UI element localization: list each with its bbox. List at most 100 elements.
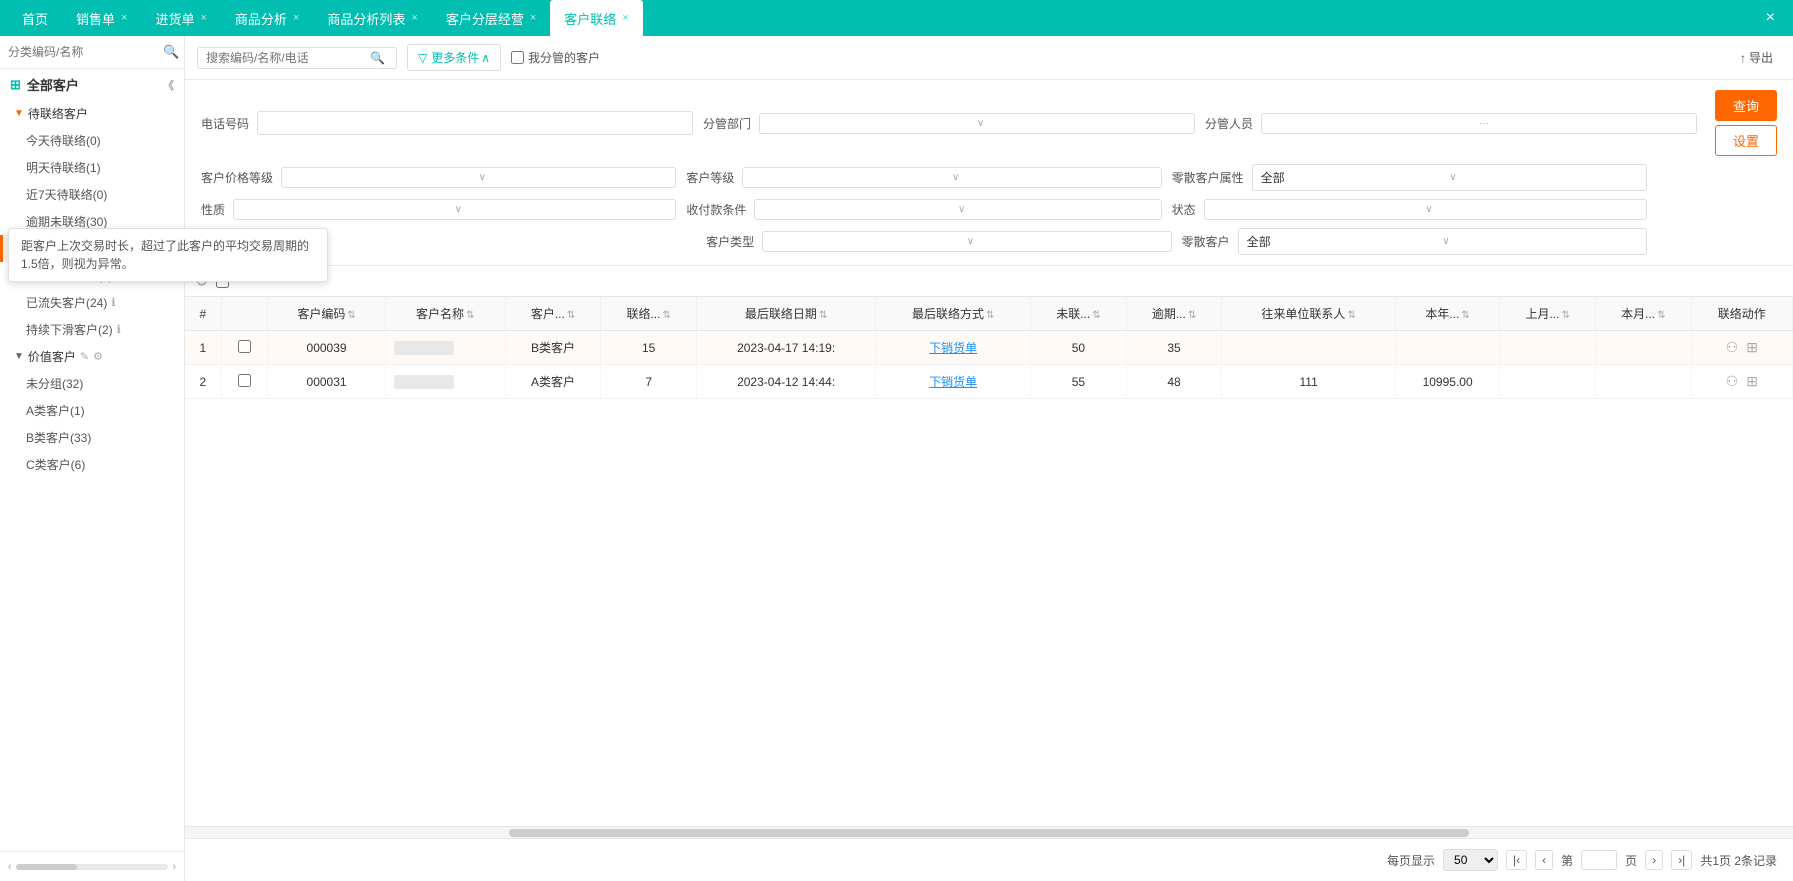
next-page-button[interactable]: › — [1645, 850, 1663, 870]
row1-link-icon[interactable]: ⚇ — [1726, 339, 1739, 356]
sidebar: 🔍 ⊞ 全部客户 《 ▼ 待联络客户 今天待联络(0) 明天待联络(1) 近7天… — [0, 36, 185, 881]
more-filters-button[interactable]: ▽ 更多条件 ∧ — [407, 44, 501, 71]
settings-icon-small[interactable]: ⚙ — [93, 350, 103, 363]
search-icon[interactable]: 🔍 — [370, 51, 385, 65]
nav-product-list-close[interactable]: × — [411, 12, 417, 24]
row2-unread: 55 — [1031, 365, 1127, 399]
payment-select[interactable]: ∨ — [754, 199, 1161, 220]
first-page-button[interactable]: |‹ — [1506, 850, 1527, 870]
row1-grid-icon[interactable]: ⊞ — [1746, 339, 1758, 356]
phone-input[interactable] — [257, 111, 693, 135]
row2-unit-contact: 111 — [1222, 365, 1396, 399]
price-level-select[interactable]: ∨ — [281, 167, 676, 188]
my-customers-checkbox[interactable] — [511, 51, 524, 64]
row2-link-icon[interactable]: ⚇ — [1726, 373, 1739, 390]
row1-index: 1 — [185, 331, 221, 365]
retail-attr-select[interactable]: 全部 ∨ — [1252, 164, 1647, 191]
horizontal-scrollbar[interactable] — [185, 826, 1793, 838]
col-overdue[interactable]: 逾期...⇅ — [1126, 297, 1222, 331]
sidebar-item-class-c[interactable]: C类客户(6) — [0, 451, 184, 478]
row2-last-date: 2023-04-12 14:44: — [697, 365, 876, 399]
row2-overdue: 48 — [1126, 365, 1222, 399]
filter-price-level: 客户价格等级 ∨ — [201, 167, 676, 188]
col-last-month[interactable]: 上月...⇅ — [1500, 297, 1596, 331]
col-last-contact-date[interactable]: 最后联络日期⇅ — [697, 297, 876, 331]
col-customer-name[interactable]: 客户名称⇅ — [385, 297, 505, 331]
row2-checkbox[interactable] — [238, 374, 251, 387]
sidebar-scrollbar[interactable] — [16, 864, 77, 870]
col-last-contact-method[interactable]: 最后联络方式⇅ — [876, 297, 1031, 331]
sidebar-item-7days[interactable]: 近7天待联络(0) — [0, 181, 184, 208]
customer-level-select[interactable]: ∨ — [742, 167, 1161, 188]
sidebar-item-ungrouped[interactable]: 未分组(32) — [0, 370, 184, 397]
per-page-label: 每页显示 — [1387, 852, 1435, 869]
nav-product-list[interactable]: 商品分析列表 × — [313, 0, 431, 36]
col-customer-type[interactable]: 客户...⇅ — [505, 297, 601, 331]
export-button[interactable]: ↑ 导出 — [1732, 45, 1781, 70]
nav-customer-contact[interactable]: 客户联络 × — [550, 0, 642, 36]
scroll-thumb[interactable] — [509, 829, 1469, 837]
status-select[interactable]: ∨ — [1204, 199, 1647, 220]
sidebar-scroll-left[interactable]: ‹ — [8, 861, 12, 873]
table-settings-row: ⚙ — [185, 266, 1793, 297]
filter-row-3: 性质 ∨ 收付款条件 ∨ 状态 — [201, 199, 1777, 220]
sidebar-group-pending[interactable]: ▼ 待联络客户 — [0, 100, 184, 127]
filter-retail-customer: 零散客户 全部 ∨ — [1182, 228, 1647, 255]
row2-code: 000031 — [268, 365, 385, 399]
col-this-year[interactable]: 本年...⇅ — [1395, 297, 1499, 331]
row2-grid-icon[interactable]: ⊞ — [1746, 373, 1758, 390]
nav-purchase[interactable]: 进货单 × — [141, 0, 220, 36]
row2-last-method[interactable]: 下销货单 — [876, 365, 1031, 399]
nav-sales-close[interactable]: × — [121, 12, 127, 24]
sidebar-scroll-right[interactable]: › — [172, 861, 176, 873]
nav-purchase-close[interactable]: × — [200, 12, 206, 24]
row1-last-method[interactable]: 下销货单 — [876, 331, 1031, 365]
retail-customer-select[interactable]: 全部 ∨ — [1238, 228, 1647, 255]
manager-select[interactable]: ··· — [1261, 113, 1697, 134]
col-unit-contact[interactable]: 往来单位联系人⇅ — [1222, 297, 1396, 331]
nav-product-analysis[interactable]: 商品分析 × — [221, 0, 313, 36]
sidebar-item-class-a[interactable]: A类客户(1) — [0, 397, 184, 424]
sidebar-item-tomorrow[interactable]: 明天待联络(1) — [0, 154, 184, 181]
query-button[interactable]: 查询 — [1715, 90, 1777, 121]
nav-sales[interactable]: 销售单 × — [62, 0, 141, 36]
sidebar-search-icon[interactable]: 🔍 — [163, 44, 179, 60]
edit-icon[interactable]: ✎ — [80, 350, 89, 363]
sidebar-item-today[interactable]: 今天待联络(0) — [0, 127, 184, 154]
my-customers-checkbox-label[interactable]: 我分管的客户 — [511, 49, 600, 66]
department-select[interactable]: ∨ — [759, 113, 1195, 134]
search-input[interactable] — [206, 51, 366, 65]
toolbar: 🔍 ▽ 更多条件 ∧ 我分管的客户 ↑ 导出 — [185, 36, 1793, 80]
customer-type-select[interactable]: ∨ — [762, 231, 1171, 252]
sidebar-search-input[interactable] — [8, 45, 163, 59]
row1-checkbox[interactable] — [238, 340, 251, 353]
col-customer-code[interactable]: 客户编码⇅ — [268, 297, 385, 331]
sidebar-item-class-b[interactable]: B类客户(33) — [0, 424, 184, 451]
col-this-month[interactable]: 本月...⇅ — [1595, 297, 1691, 331]
close-all-tabs[interactable]: × — [1756, 9, 1785, 27]
col-contact[interactable]: 联络...⇅ — [601, 297, 697, 331]
per-page-select[interactable]: 50 10 20 100 — [1443, 849, 1498, 871]
info-icon-declining: ℹ — [117, 323, 121, 336]
sidebar-item-declining[interactable]: 持续下滑客户(2) ℹ — [0, 316, 184, 343]
last-page-button[interactable]: ›| — [1671, 850, 1692, 870]
table-header-row: # 客户编码⇅ 客户名称⇅ 客户...⇅ 联络...⇅ 最后联络日期⇅ 最后联络… — [185, 297, 1793, 331]
settings-button[interactable]: 设置 — [1715, 125, 1777, 156]
row2-name — [385, 365, 505, 399]
current-page-input[interactable]: 1 — [1581, 850, 1617, 870]
sidebar-all-customers[interactable]: ⊞ 全部客户 《 — [0, 69, 184, 100]
sidebar-group-value[interactable]: ▼ 价值客户 ✎ ⚙ — [0, 343, 184, 370]
nav-customer-tier-close[interactable]: × — [530, 12, 536, 24]
filter-row-2: 客户价格等级 ∨ 客户等级 ∨ 零散客户属性 全部 — [201, 164, 1777, 191]
nav-customer-tier[interactable]: 客户分层经营 × — [432, 0, 550, 36]
filter-retail-attr: 零散客户属性 全部 ∨ — [1172, 164, 1647, 191]
row1-unit-contact — [1222, 331, 1396, 365]
nav-home[interactable]: 首页 — [8, 0, 62, 36]
nature-select[interactable]: ∨ — [233, 199, 676, 220]
sidebar-item-churned[interactable]: 已流失客户(24) ℹ — [0, 289, 184, 316]
col-unread[interactable]: 未联...⇅ — [1031, 297, 1127, 331]
nav-customer-contact-close[interactable]: × — [622, 12, 628, 24]
prev-page-button[interactable]: ‹ — [1535, 850, 1553, 870]
main-layout: 🔍 ⊞ 全部客户 《 ▼ 待联络客户 今天待联络(0) 明天待联络(1) 近7天… — [0, 36, 1793, 881]
nav-product-analysis-close[interactable]: × — [293, 12, 299, 24]
